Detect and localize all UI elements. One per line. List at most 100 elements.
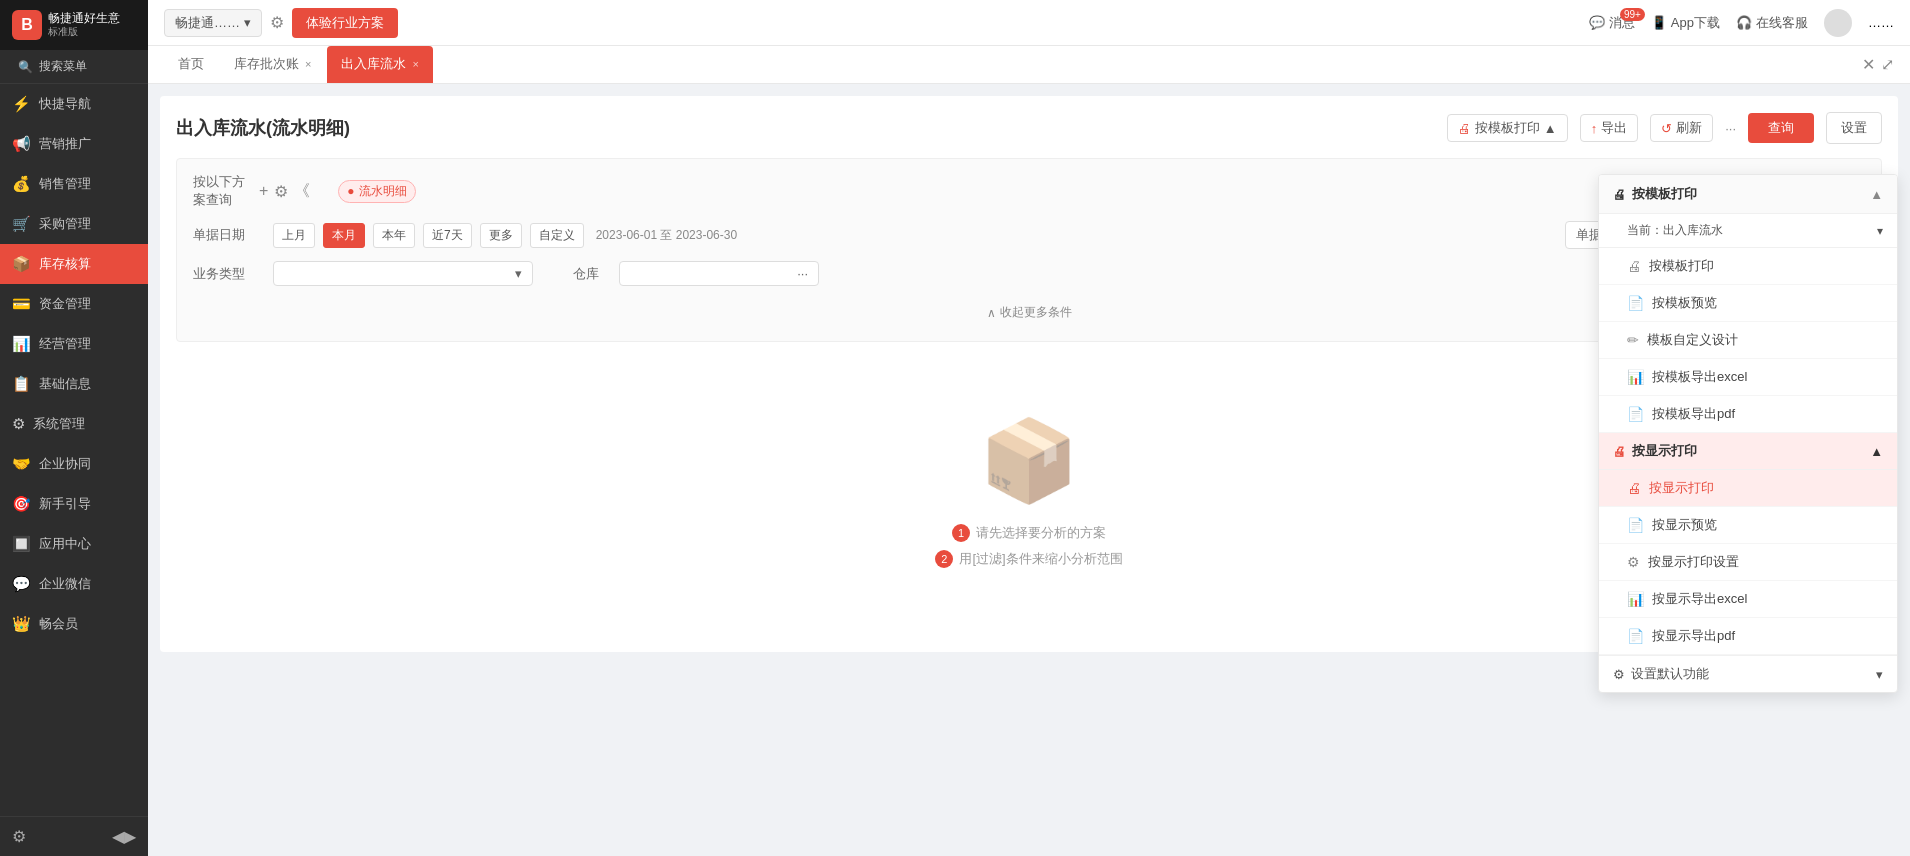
query-btn[interactable]: 查询 [1748, 113, 1814, 143]
sidebar-search[interactable]: 🔍 搜索菜单 [0, 50, 148, 84]
nav-icon-basic: 📋 [12, 375, 31, 393]
sidebar-item-purchase[interactable]: 🛒采购管理 [0, 204, 148, 244]
online-service-btn[interactable]: 🎧 在线客服 [1736, 14, 1808, 32]
dropdown-close-icon[interactable]: ▲ [1870, 187, 1883, 202]
dropdown-item-display-export-excel[interactable]: 📊按显示导出excel [1599, 581, 1897, 618]
date-btn-last_month[interactable]: 上月 [273, 223, 315, 248]
setup-btn[interactable]: 设置 [1826, 112, 1882, 144]
refresh-icon: ↺ [1661, 121, 1672, 136]
item-icon-display-export-pdf: 📄 [1627, 628, 1644, 644]
sidebar-item-finance[interactable]: 💳资金管理 [0, 284, 148, 324]
filter-add-icon[interactable]: + [259, 182, 268, 200]
sidebar-item-basic[interactable]: 📋基础信息 [0, 364, 148, 404]
page-actions-row: 🖨 按模板打印 ▲ ↑ 导出 ↺ 刷新 ··· 查询 设置 [1447, 112, 1882, 144]
main-area: 畅捷通…… ▾ ⚙ 体验行业方案 💬 消息 99+ 📱 App下载 🎧 在线客服… [148, 0, 1910, 856]
filter-config-icon[interactable]: ⚙ [274, 182, 288, 201]
dropdown-item-display-print[interactable]: 🖨按显示打印 [1599, 470, 1897, 507]
dropdown-footer[interactable]: ⚙ 设置默认功能 ▾ [1599, 655, 1897, 692]
user-name: …… [1868, 15, 1894, 30]
export-btn[interactable]: ↑ 导出 [1580, 114, 1639, 142]
search-label: 搜索菜单 [39, 58, 87, 75]
warehouse-selector[interactable]: ··· [619, 261, 819, 286]
message-btn[interactable]: 💬 消息 99+ [1589, 14, 1635, 32]
dropdown-template-items: 🖨 按模板打印 📄按模板预览✏模板自定义设计📊按模板导出excel📄按模板导出pdf [1599, 248, 1897, 433]
date-range-display: 2023-06-01 至 2023-06-30 [596, 227, 737, 244]
search-icon: 🔍 [18, 60, 33, 74]
item-label-display-export-pdf: 按显示导出pdf [1652, 627, 1735, 645]
app-download-btn[interactable]: 📱 App下载 [1651, 14, 1720, 32]
more-icon[interactable]: ··· [1725, 121, 1736, 136]
dropdown-item-template-print[interactable]: 🖨 按模板打印 [1599, 248, 1897, 285]
sidebar-item-operations[interactable]: 📊经营管理 [0, 324, 148, 364]
sidebar-item-system[interactable]: ⚙系统管理 [0, 404, 148, 444]
date-btn-last_7[interactable]: 近7天 [423, 223, 472, 248]
collapse-up-icon: ∧ [987, 306, 996, 320]
date-btn-more[interactable]: 更多 [480, 223, 522, 248]
sidebar-item-apps[interactable]: 🔲应用中心 [0, 524, 148, 564]
tab-close-flow[interactable]: × [412, 58, 418, 70]
dropdown-item-template-custom[interactable]: ✏模板自定义设计 [1599, 322, 1897, 359]
sidebar-item-quick-nav[interactable]: ⚡快捷导航 [0, 84, 148, 124]
filter-collapse-icon[interactable]: 《 [294, 181, 310, 202]
tab-home[interactable]: 首页 [164, 46, 218, 83]
date-btn-current_month[interactable]: 本月 [323, 223, 365, 248]
nav-label-quick-nav: 快捷导航 [39, 95, 91, 113]
date-btn-current_year[interactable]: 本年 [373, 223, 415, 248]
settings-icon[interactable]: ⚙ [12, 827, 26, 846]
empty-step-1: 1 请先选择要分析的方案 [952, 524, 1106, 542]
item-icon-display-preview: 📄 [1627, 517, 1644, 533]
dropdown-item-template-preview[interactable]: 📄按模板预览 [1599, 285, 1897, 322]
print-btn[interactable]: 🖨 按模板打印 ▲ [1447, 114, 1568, 142]
print-icon: 🖨 [1458, 121, 1471, 136]
tab-batch[interactable]: 库存批次账× [220, 46, 325, 83]
filter-tag-label: 流水明细 [359, 183, 407, 200]
refresh-btn[interactable]: ↺ 刷新 [1650, 114, 1713, 142]
nav-label-inventory: 库存核算 [39, 255, 91, 273]
settings-gear-icon[interactable]: ⚙ [270, 13, 284, 32]
dropdown-header: 🖨 按模板打印 ▲ [1599, 175, 1897, 214]
biz-type-selector[interactable]: ▾ [273, 261, 533, 286]
tab-flow[interactable]: 出入库流水× [327, 46, 432, 83]
dropdown-item-template-export-pdf[interactable]: 📄按模板导出pdf [1599, 396, 1897, 433]
nav-icon-finance: 💳 [12, 295, 31, 313]
company-selector[interactable]: 畅捷通…… ▾ [164, 9, 262, 37]
topbar-left: 畅捷通…… ▾ ⚙ 体验行业方案 [164, 8, 398, 38]
dropdown-panel: 🖨 按模板打印 ▲ 当前：出入库流水 ▾ 🖨 按模板打印 📄按模板预览✏模板自定义设… [1598, 174, 1898, 693]
maximize-icon[interactable]: ⤢ [1881, 55, 1894, 74]
item-icon-display-print: 🖨 [1627, 480, 1641, 496]
sidebar-item-inventory[interactable]: 📦库存核算 [0, 244, 148, 284]
user-avatar[interactable] [1824, 9, 1852, 37]
dropdown-item-display-preview[interactable]: 📄按显示预览 [1599, 507, 1897, 544]
dropdown-item-display-print-settings[interactable]: ⚙按显示打印设置 [1599, 544, 1897, 581]
sidebar-item-cooperation[interactable]: 🤝企业协同 [0, 444, 148, 484]
tab-close-batch[interactable]: × [305, 58, 311, 70]
topbar-right: 💬 消息 99+ 📱 App下载 🎧 在线客服 …… [1589, 9, 1894, 37]
sidebar-item-member[interactable]: 👑畅会员 [0, 604, 148, 644]
date-btn-custom[interactable]: 自定义 [530, 223, 584, 248]
item-icon-template-print: 🖨 [1627, 258, 1641, 274]
company-name: 畅捷通…… [175, 14, 240, 32]
filter-tag[interactable]: ● 流水明细 [338, 180, 415, 203]
print-label: 按模板打印 [1475, 119, 1540, 137]
dropdown-item-display-export-pdf[interactable]: 📄 按显示导出pdf [1599, 618, 1897, 655]
dropdown-display-items: 🖨按显示打印📄按显示预览⚙按显示打印设置📊按显示导出excel 📄 按显示导出pdf [1599, 470, 1897, 655]
item-label-template-export-pdf: 按模板导出pdf [1652, 405, 1735, 423]
dropdown-item-template-export-excel[interactable]: 📊按模板导出excel [1599, 359, 1897, 396]
item-label-display-print-settings: 按显示打印设置 [1648, 553, 1739, 571]
item-label-template-print: 按模板打印 [1649, 257, 1714, 275]
sidebar-item-guide[interactable]: 🎯新手引导 [0, 484, 148, 524]
sidebar-item-sales[interactable]: 💰销售管理 [0, 164, 148, 204]
biz-chevron-icon: ▾ [515, 266, 522, 281]
current-label: 当前：出入库流水 [1627, 222, 1723, 239]
date-label: 单据日期 [193, 226, 253, 244]
sidebar-item-wechat[interactable]: 💬企业微信 [0, 564, 148, 604]
sidebar-item-marketing[interactable]: 📢营销推广 [0, 124, 148, 164]
display-section-header[interactable]: 🖨 按显示打印 ▲ [1599, 433, 1897, 470]
nav-label-apps: 应用中心 [39, 535, 91, 553]
dropdown-current: 当前：出入库流水 ▾ [1599, 214, 1897, 248]
item-label-display-export-excel: 按显示导出excel [1652, 590, 1747, 608]
industry-btn[interactable]: 体验行业方案 [292, 8, 398, 38]
close-window-icon[interactable]: ✕ [1862, 55, 1875, 74]
collapse-icon[interactable]: ◀▶ [112, 827, 136, 846]
collapse-btn[interactable]: ∧ 收起更多条件 [981, 298, 1078, 327]
